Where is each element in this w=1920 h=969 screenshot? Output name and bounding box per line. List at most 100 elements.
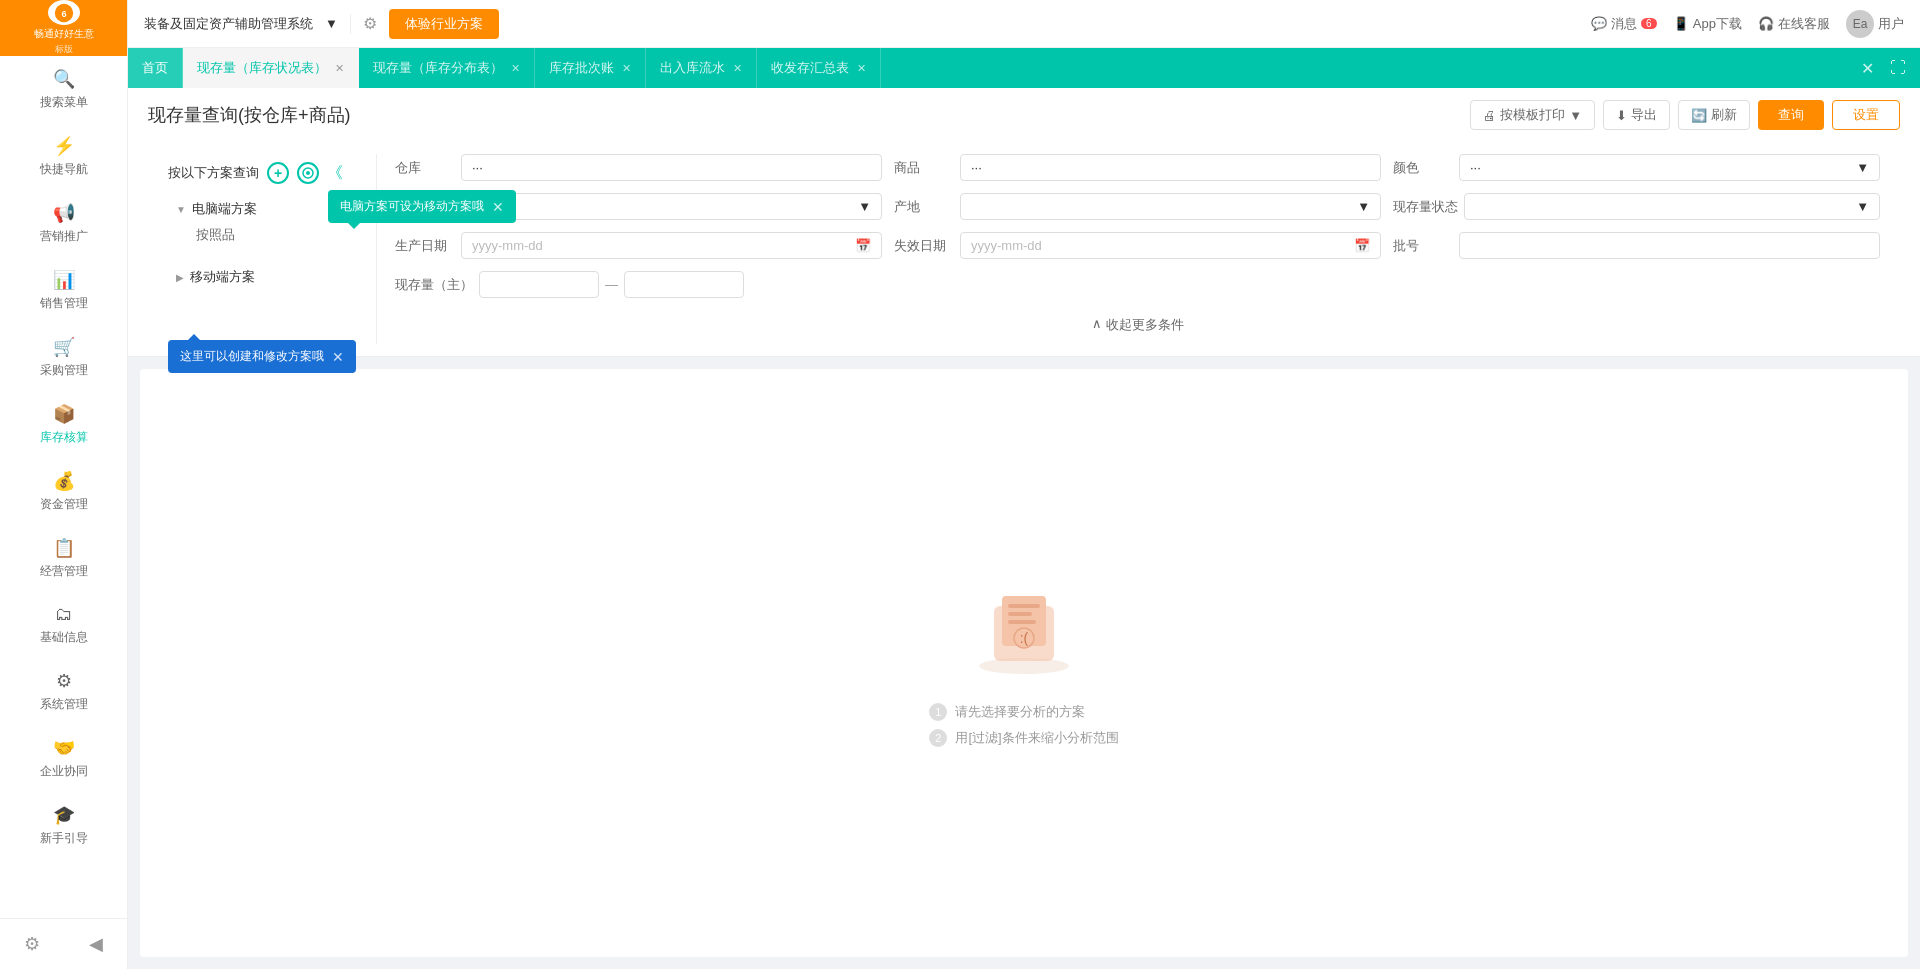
sidebar-item-guide[interactable]: 🎓 新手引导 <box>0 792 127 859</box>
sidebar-item-enterprise-label: 企业协同 <box>40 763 88 780</box>
scheme-item-bygoods[interactable]: 按照品 <box>168 222 368 248</box>
online-service-btn[interactable]: 🎧 在线客服 <box>1758 15 1830 33</box>
filter-divider <box>376 154 377 344</box>
expiry-date-field: 失效日期 yyyy-mm-dd 📅 <box>894 232 1381 259</box>
app-download-btn[interactable]: 📱 App下载 <box>1673 15 1742 33</box>
sidebar-item-enterprise[interactable]: 🤝 企业协同 <box>0 725 127 792</box>
sidebar-item-marketing[interactable]: 📢 营销推广 <box>0 190 127 257</box>
graduation-icon: 🎓 <box>53 804 75 826</box>
warehouse-label: 仓库 <box>395 159 455 177</box>
tooltip-close-btn[interactable]: ✕ <box>492 199 504 215</box>
production-date-input[interactable]: yyyy-mm-dd 📅 <box>461 232 882 259</box>
goods-label: 商品 <box>894 159 954 177</box>
sidebar-item-sales[interactable]: 📊 销售管理 <box>0 257 127 324</box>
collapse-sidebar-btn[interactable]: ◀ <box>81 929 111 959</box>
edit-scheme-btn[interactable] <box>297 162 319 184</box>
scheme-group-mobile-label: 移动端方案 <box>190 268 255 286</box>
app-title-dropdown[interactable]: ▼ <box>325 16 338 31</box>
batch-input[interactable] <box>1459 232 1880 259</box>
color-select[interactable]: ··· ▼ <box>1459 154 1880 181</box>
print-chevron-icon: ▼ <box>1569 108 1582 123</box>
query-btn[interactable]: 查询 <box>1758 100 1824 130</box>
print-template-btn[interactable]: 🖨 按模板打印 ▼ <box>1470 100 1595 130</box>
gear-icon: ⚙ <box>56 670 72 692</box>
sidebar-item-search[interactable]: 🔍 搜索菜单 <box>0 56 127 123</box>
phone-icon: 📱 <box>1673 16 1689 31</box>
sidebar-item-basic[interactable]: 🗂 基础信息 <box>0 592 127 658</box>
filter-row-4: 现存量（主） — <box>395 271 1880 298</box>
messages-btn[interactable]: 💬 消息 6 <box>1591 15 1657 33</box>
tab-home[interactable]: 首页 <box>128 48 183 88</box>
export-btn[interactable]: ⬇ 导出 <box>1603 100 1670 130</box>
export-label: 导出 <box>1631 106 1657 124</box>
sidebar-item-system[interactable]: ⚙ 系统管理 <box>0 658 127 725</box>
tab-dispatch-summary[interactable]: 收发存汇总表 ✕ <box>757 48 881 88</box>
chevron-down-icon: ▼ <box>325 16 338 31</box>
tab-batch-ledger[interactable]: 库存批次账 ✕ <box>535 48 646 88</box>
sidebar-item-purchase[interactable]: 🛒 采购管理 <box>0 324 127 391</box>
tab-close-all-btn[interactable]: ✕ <box>1855 57 1880 80</box>
sidebar-item-quick-label: 快捷导航 <box>40 161 88 178</box>
filter-row-3: 生产日期 yyyy-mm-dd 📅 失效日期 yyyy-mm-dd <box>395 232 1880 259</box>
settings-btn[interactable]: ⚙ <box>16 929 48 959</box>
folder-icon: 🗂 <box>55 604 73 625</box>
empty-step-2: 2 用[过滤]条件来缩小分析范围 <box>929 725 1118 751</box>
goods-select[interactable]: ··· <box>960 154 1381 181</box>
calendar-icon-1: 📅 <box>855 238 871 253</box>
tooltip-text: 电脑方案可设为移动方案哦 <box>340 198 484 215</box>
tab-inout-flow[interactable]: 出入库流水 ✕ <box>646 48 757 88</box>
tab-batch-ledger-close[interactable]: ✕ <box>622 62 631 75</box>
sidebar-item-quick[interactable]: ⚡ 快捷导航 <box>0 123 127 190</box>
topbar-right: 💬 消息 6 📱 App下载 🎧 在线客服 Ea 用户 <box>1591 10 1904 38</box>
tab-inventory-status-close[interactable]: ✕ <box>335 62 344 75</box>
color-field: 颜色 ··· ▼ <box>1393 154 1880 181</box>
empty-step-1: 1 请先选择要分析的方案 <box>929 699 1118 725</box>
cart-icon: 🛒 <box>53 336 75 358</box>
search-icon: 🔍 <box>53 68 75 90</box>
tab-fullscreen-btn[interactable]: ⛶ <box>1884 57 1912 79</box>
inv-qty-range: — <box>479 271 882 298</box>
user-profile-btn[interactable]: Ea 用户 <box>1846 10 1904 38</box>
tab-dispatch-summary-close[interactable]: ✕ <box>857 62 866 75</box>
sidebar-item-operations[interactable]: 📋 经营管理 <box>0 525 127 592</box>
tab-inventory-status[interactable]: 现存量（库存状况表） ✕ <box>183 48 359 88</box>
filter-section: 按以下方案查询 + 《 电脑方案 <box>148 142 1900 356</box>
edit-tooltip-close-btn[interactable]: ✕ <box>332 349 344 365</box>
chevron-up-icon: ∧ <box>1092 316 1102 334</box>
sidebar-item-inventory[interactable]: 📦 库存核算 <box>0 391 127 458</box>
sidebar-item-sales-label: 销售管理 <box>40 295 88 312</box>
production-date-field: 生产日期 yyyy-mm-dd 📅 <box>395 232 882 259</box>
back-btn[interactable]: 《 <box>327 163 343 184</box>
tab-inventory-dist-close[interactable]: ✕ <box>511 62 520 75</box>
warehouse-dots: ··· <box>472 160 483 175</box>
topbar-settings-btn[interactable]: ⚙ <box>363 14 377 33</box>
filter-label: 按以下方案查询 <box>168 164 259 182</box>
svg-rect-9 <box>1008 620 1036 624</box>
headset-icon: 🎧 <box>1758 16 1774 31</box>
size-select[interactable]: ▼ <box>461 193 882 220</box>
tab-inventory-dist[interactable]: 现存量（库存分布表） ✕ <box>359 48 535 88</box>
collapse-btn[interactable]: ∧ 收起更多条件 <box>395 310 1880 344</box>
add-scheme-btn[interactable]: + <box>267 162 289 184</box>
edit-tooltip: 这里可以创建和修改方案哦 ✕ <box>168 340 356 373</box>
tab-inout-flow-close[interactable]: ✕ <box>733 62 742 75</box>
sidebar-item-system-label: 系统管理 <box>40 696 88 713</box>
export-icon: ⬇ <box>1616 108 1627 123</box>
step-num-1: 1 <box>929 703 947 721</box>
scheme-group-mobile-header[interactable]: ▶ 移动端方案 <box>168 264 368 290</box>
inv-qty-min[interactable] <box>479 271 599 298</box>
origin-label: 产地 <box>894 198 954 216</box>
inv-qty-max[interactable] <box>624 271 744 298</box>
refresh-btn[interactable]: 🔄 刷新 <box>1678 100 1750 130</box>
scheme-group-mobile: ▶ 移动端方案 <box>168 264 368 290</box>
production-date-label: 生产日期 <box>395 237 455 255</box>
warehouse-select[interactable]: ··· <box>461 154 882 181</box>
industry-solution-btn[interactable]: 体验行业方案 <box>389 9 499 39</box>
filter-row-2: 尺码 ▼ 产地 ▼ <box>395 193 1880 220</box>
expiry-date-input[interactable]: yyyy-mm-dd 📅 <box>960 232 1381 259</box>
set-btn[interactable]: 设置 <box>1832 100 1900 130</box>
expiry-date-label: 失效日期 <box>894 237 954 255</box>
sidebar-item-finance[interactable]: 💰 资金管理 <box>0 458 127 525</box>
origin-select[interactable]: ▼ <box>960 193 1381 220</box>
inv-status-select[interactable]: ▼ <box>1464 193 1880 220</box>
